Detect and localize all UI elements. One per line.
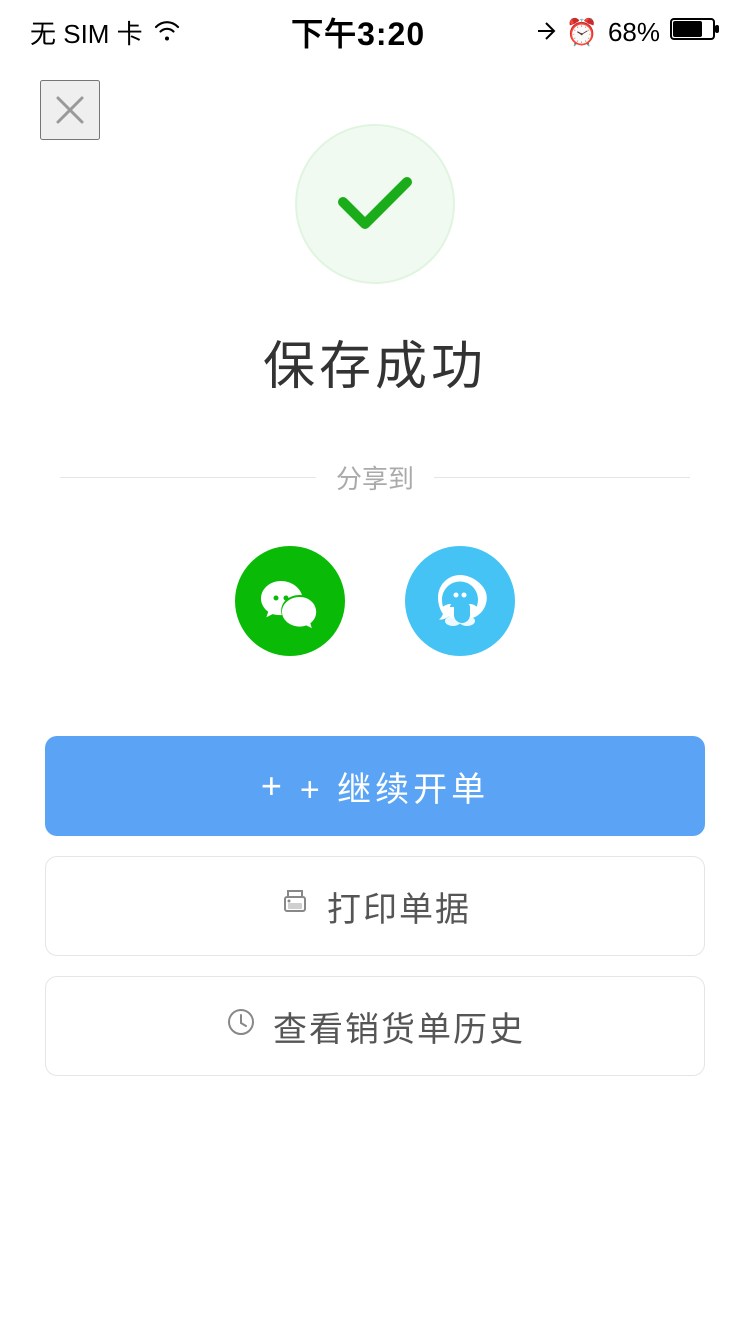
continue-button[interactable]: + + 继续开单 <box>45 736 705 836</box>
no-sim-label: 无 SIM 卡 <box>30 14 143 51</box>
alarm-icon: ⏰ <box>566 17 598 48</box>
success-title: 保存成功 <box>263 324 487 399</box>
share-section: 分享到 <box>0 459 750 656</box>
continue-icon: + <box>261 765 284 807</box>
status-bar: 无 SIM 卡 下午3:20 ⏰ 68% <box>0 0 750 64</box>
close-button[interactable] <box>40 80 100 140</box>
print-button[interactable]: 打印单据 <box>45 856 705 956</box>
action-buttons: + + 继续开单 打印单据 查看销货单历 <box>45 736 705 1076</box>
battery-percent: 68% <box>608 17 660 48</box>
status-left: 无 SIM 卡 <box>30 14 181 51</box>
status-right: ⏰ 68% <box>536 16 720 49</box>
history-icon <box>225 1006 257 1047</box>
qq-share-button[interactable] <box>405 546 515 656</box>
share-divider-row: 分享到 <box>0 459 750 496</box>
wifi-icon <box>153 17 181 48</box>
divider-left <box>60 477 316 478</box>
status-time: 下午3:20 <box>291 9 425 55</box>
battery-icon <box>670 16 720 49</box>
continue-label: + 继续开单 <box>300 762 489 811</box>
history-button[interactable]: 查看销货单历史 <box>45 976 705 1076</box>
divider-right <box>434 477 690 478</box>
share-label: 分享到 <box>316 459 434 496</box>
history-label: 查看销货单历史 <box>273 1002 525 1051</box>
success-icon-circle <box>295 124 455 284</box>
print-icon <box>279 886 311 927</box>
location-icon <box>536 17 556 48</box>
wechat-share-button[interactable] <box>235 546 345 656</box>
share-icons-row <box>235 546 515 656</box>
print-label: 打印单据 <box>327 882 471 931</box>
main-content: 保存成功 分享到 <box>0 64 750 1076</box>
